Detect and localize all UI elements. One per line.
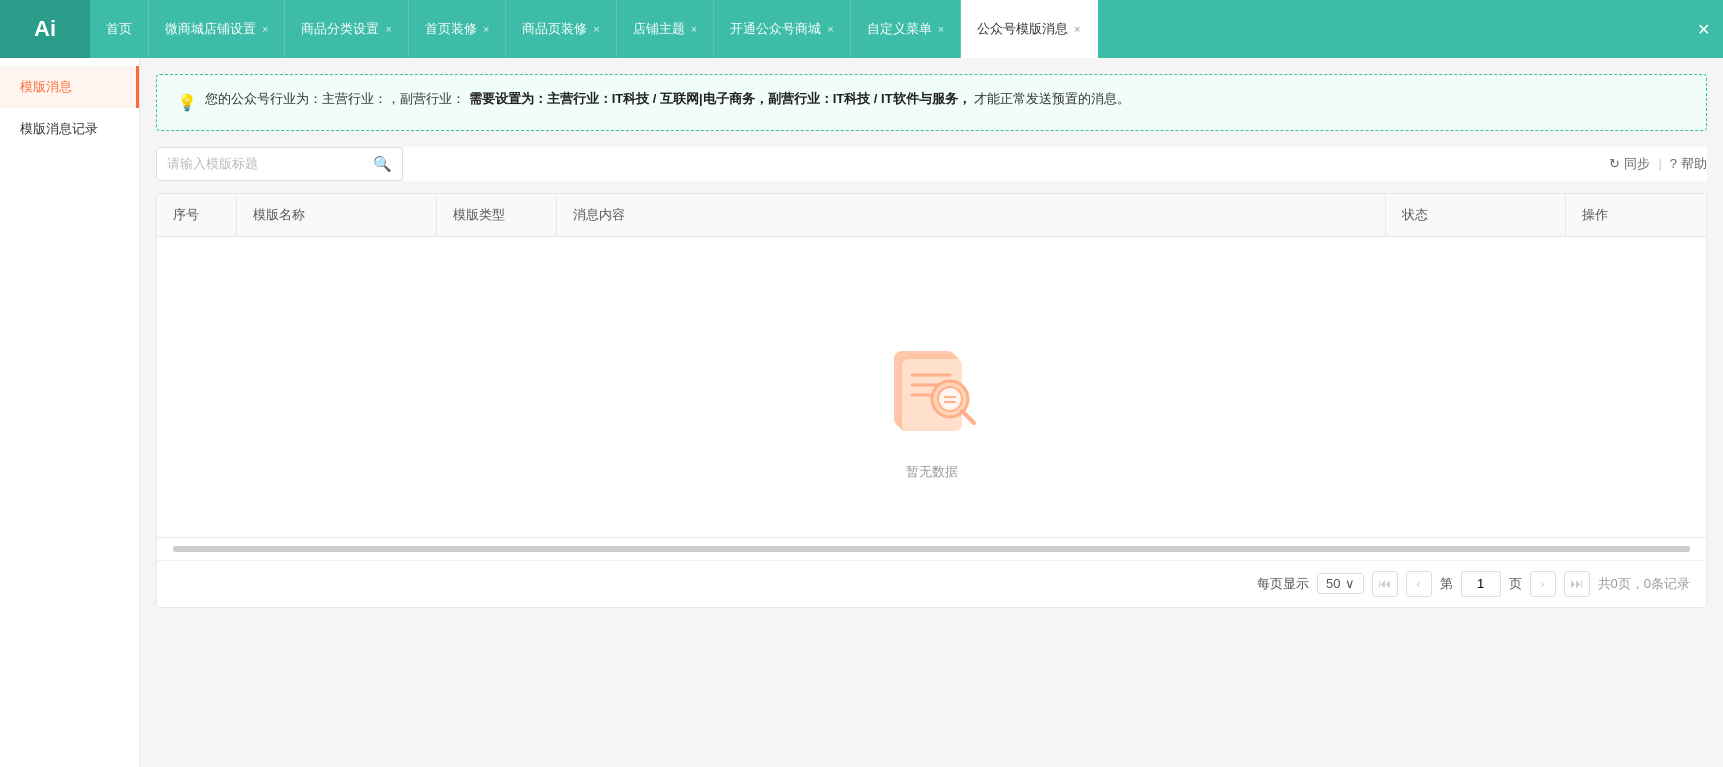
nav-tab-开通公众号商城[interactable]: 开通公众号商城 × (714, 0, 850, 58)
tab-close-icon[interactable]: × (938, 23, 944, 35)
logo: Ai (0, 0, 90, 58)
sidebar-item-模版消息记录[interactable]: 模版消息记录 (0, 108, 139, 150)
col-index: 序号 (157, 194, 237, 236)
help-button[interactable]: ? 帮助 (1670, 155, 1707, 173)
sidebar: 模版消息模版消息记录 (0, 58, 140, 767)
tab-close-icon[interactable]: × (483, 23, 489, 35)
sync-label: 同步 (1624, 155, 1650, 173)
page-prefix: 第 (1440, 575, 1453, 593)
chevron-down-icon: ∨ (1345, 576, 1355, 591)
help-icon: ? (1670, 156, 1677, 171)
col-status: 状态 (1386, 194, 1566, 236)
search-icon[interactable]: 🔍 (373, 155, 392, 173)
page-unit: 页 (1509, 575, 1522, 593)
data-table: 序号 模版名称 模版类型 消息内容 状态 操作 (156, 193, 1707, 608)
svg-line-9 (962, 411, 974, 423)
next-page-button[interactable]: › (1530, 571, 1556, 597)
nav-tab-店铺主题[interactable]: 店铺主题 × (617, 0, 714, 58)
sidebar-item-模版消息[interactable]: 模版消息 (0, 66, 139, 108)
page-size-label: 每页显示 (1257, 575, 1309, 593)
info-banner-text: 您的公众号行业为：主营行业：，副营行业： 需要设置为：主营行业：IT科技 / 互… (205, 89, 1130, 110)
nav-tab-自定义菜单[interactable]: 自定义菜单 × (851, 0, 961, 58)
col-type: 模版类型 (437, 194, 557, 236)
col-name: 模版名称 (237, 194, 437, 236)
nav-tab-微商城店铺设置[interactable]: 微商城店铺设置 × (149, 0, 285, 58)
search-actions: ↻ 同步 | ? 帮助 (1609, 155, 1707, 173)
tab-close-icon[interactable]: × (385, 23, 391, 35)
tab-close-icon[interactable]: × (593, 23, 599, 35)
last-page-button[interactable]: ⏭ (1564, 571, 1590, 597)
content-area: 💡 您的公众号行业为：主营行业：，副营行业： 需要设置为：主营行业：IT科技 /… (140, 58, 1723, 767)
main-layout: 模版消息模版消息记录 💡 您的公众号行业为：主营行业：，副营行业： 需要设置为：… (0, 58, 1723, 767)
page-size-select[interactable]: 50 ∨ (1317, 573, 1363, 594)
close-all-button[interactable]: ✕ (1683, 0, 1723, 58)
empty-text: 暂无数据 (906, 463, 958, 481)
top-nav-bar: Ai 首页微商城店铺设置 ×商品分类设置 ×首页装修 ×商品页装修 ×店铺主题 … (0, 0, 1723, 58)
scrollbar-thumb[interactable] (173, 546, 1690, 552)
search-input-wrap[interactable]: 🔍 (156, 147, 403, 181)
first-page-button[interactable]: ⏮ (1372, 571, 1398, 597)
pagination: 每页显示 50 ∨ ⏮ ‹ 第 页 › ⏭ 共0页，0条记录 (157, 560, 1706, 607)
nav-tab-商品分类设置[interactable]: 商品分类设置 × (285, 0, 408, 58)
col-actions: 操作 (1566, 194, 1706, 236)
sync-button[interactable]: ↻ 同步 (1609, 155, 1650, 173)
nav-tab-首页[interactable]: 首页 (90, 0, 149, 58)
svg-point-8 (938, 387, 962, 411)
nav-tab-商品页装修[interactable]: 商品页装修 × (506, 0, 616, 58)
bulb-icon: 💡 (177, 90, 197, 116)
sync-icon: ↻ (1609, 156, 1620, 171)
table-header: 序号 模版名称 模版类型 消息内容 状态 操作 (157, 194, 1706, 237)
search-input[interactable] (167, 156, 367, 171)
search-bar: 🔍 ↻ 同步 | ? 帮助 (156, 147, 1707, 181)
info-banner: 💡 您的公众号行业为：主营行业：，副营行业： 需要设置为：主营行业：IT科技 /… (156, 74, 1707, 131)
empty-state: 暂无数据 (157, 237, 1706, 537)
tab-close-icon[interactable]: × (691, 23, 697, 35)
tab-close-icon[interactable]: × (827, 23, 833, 35)
logo-text: Ai (34, 16, 56, 42)
page-size-value: 50 (1326, 576, 1340, 591)
nav-tab-公众号模版消息[interactable]: 公众号模版消息 × (961, 0, 1097, 58)
scrollbar-track[interactable] (173, 546, 1690, 552)
total-label: 共0页，0条记录 (1598, 575, 1690, 593)
tab-close-icon[interactable]: × (262, 23, 268, 35)
divider: | (1658, 156, 1661, 171)
nav-tab-首页装修[interactable]: 首页装修 × (409, 0, 506, 58)
help-label: 帮助 (1681, 155, 1707, 173)
nav-tabs: 首页微商城店铺设置 ×商品分类设置 ×首页装修 ×商品页装修 ×店铺主题 ×开通… (90, 0, 1683, 58)
col-content: 消息内容 (557, 194, 1386, 236)
horizontal-scrollbar[interactable] (157, 537, 1706, 560)
page-number-input[interactable] (1461, 571, 1501, 597)
empty-icon (872, 323, 992, 443)
tab-close-icon[interactable]: × (1074, 23, 1080, 35)
prev-page-button[interactable]: ‹ (1406, 571, 1432, 597)
